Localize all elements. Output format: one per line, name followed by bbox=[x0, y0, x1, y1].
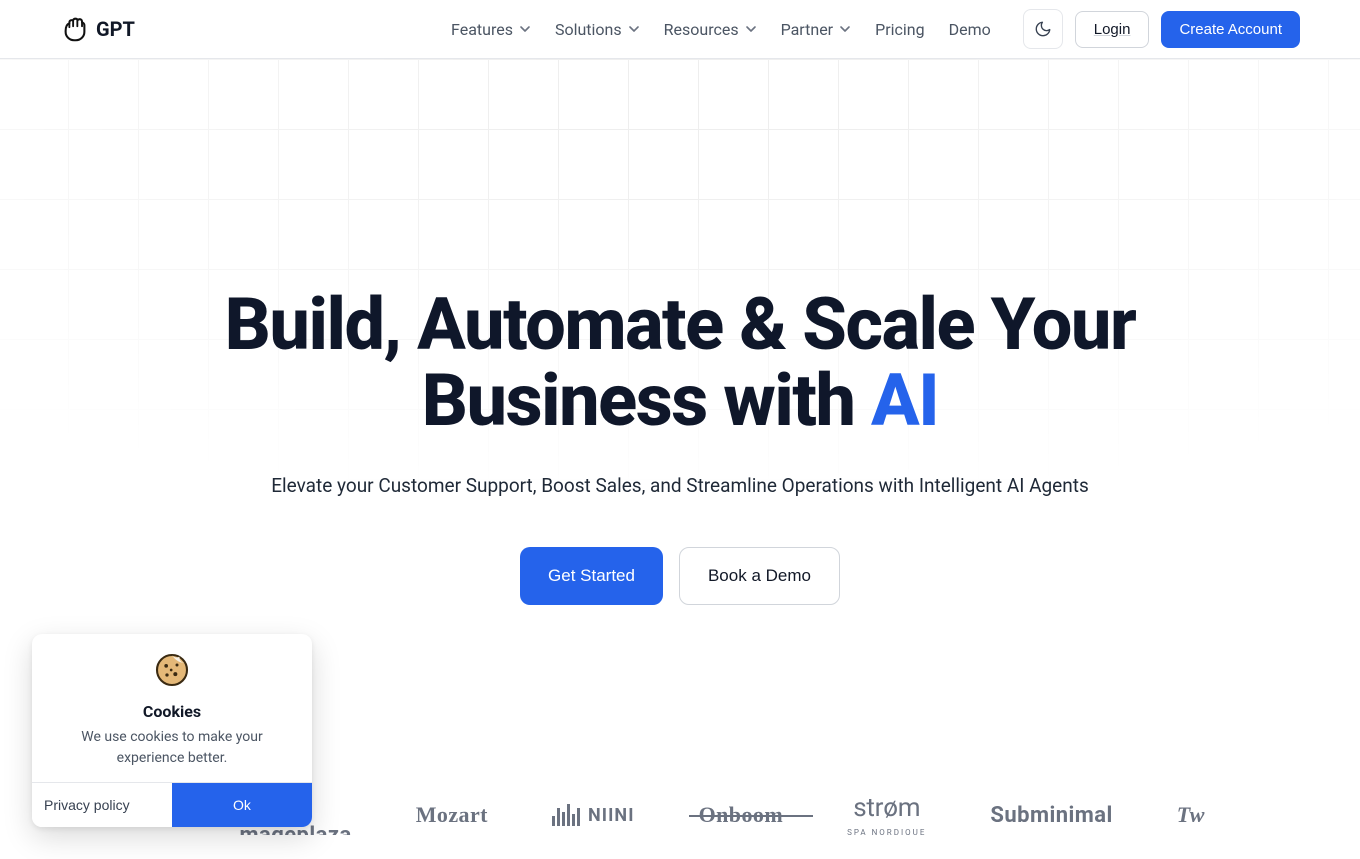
cookie-body: Cookies We use cookies to make your expe… bbox=[32, 634, 312, 782]
brand-logo-cutoff-right: Tw bbox=[1177, 795, 1205, 835]
book-demo-button[interactable]: Book a Demo bbox=[679, 547, 840, 605]
nav-resources[interactable]: Resources bbox=[664, 20, 757, 39]
brand-logo-subminimal: Subminimal bbox=[990, 795, 1112, 835]
nav-features[interactable]: Features bbox=[451, 20, 531, 39]
cookie-icon bbox=[152, 650, 192, 694]
main-nav: Features Solutions Resources Partner Pri… bbox=[451, 9, 1300, 49]
brand-logo-mozart: Mozart bbox=[416, 795, 488, 835]
bars-icon bbox=[552, 804, 580, 826]
brand-logo-onboom: Onboom bbox=[699, 795, 784, 835]
fist-icon bbox=[60, 14, 90, 44]
brand-logo-strom: strøm SPA NORDIQUE bbox=[847, 795, 926, 835]
nav-pricing[interactable]: Pricing bbox=[875, 20, 925, 39]
cookie-text: We use cookies to make your experience b… bbox=[50, 727, 294, 768]
cookie-title: Cookies bbox=[143, 702, 201, 721]
chevron-down-icon bbox=[839, 23, 851, 35]
create-account-button[interactable]: Create Account bbox=[1161, 11, 1300, 48]
login-button[interactable]: Login bbox=[1075, 11, 1150, 48]
nav-demo[interactable]: Demo bbox=[949, 20, 991, 39]
moon-icon bbox=[1034, 20, 1052, 38]
hero-title: Build, Automate & Scale Your Business wi… bbox=[180, 287, 1180, 438]
nav-partner[interactable]: Partner bbox=[781, 20, 852, 39]
hero-title-accent: AI bbox=[871, 358, 938, 443]
chevron-down-icon bbox=[519, 23, 531, 35]
header-actions: Login Create Account bbox=[1023, 9, 1300, 49]
chevron-down-icon bbox=[628, 23, 640, 35]
privacy-policy-link[interactable]: Privacy policy bbox=[32, 783, 172, 827]
nav-solutions[interactable]: Solutions bbox=[555, 20, 640, 39]
cookie-ok-button[interactable]: Ok bbox=[172, 783, 312, 827]
brand-logo[interactable]: GPT bbox=[60, 14, 135, 44]
brand-name: GPT bbox=[96, 17, 135, 41]
cookie-actions: Privacy policy Ok bbox=[32, 782, 312, 827]
cookie-banner: Cookies We use cookies to make your expe… bbox=[32, 634, 312, 827]
hero-buttons: Get Started Book a Demo bbox=[520, 547, 840, 605]
brand-logo-niini: NIINI bbox=[552, 795, 635, 835]
hero-subtitle: Elevate your Customer Support, Boost Sal… bbox=[271, 474, 1089, 497]
theme-toggle[interactable] bbox=[1023, 9, 1063, 49]
site-header: GPT Features Solutions Resources Partner… bbox=[0, 0, 1360, 59]
get-started-button[interactable]: Get Started bbox=[520, 547, 663, 605]
chevron-down-icon bbox=[745, 23, 757, 35]
